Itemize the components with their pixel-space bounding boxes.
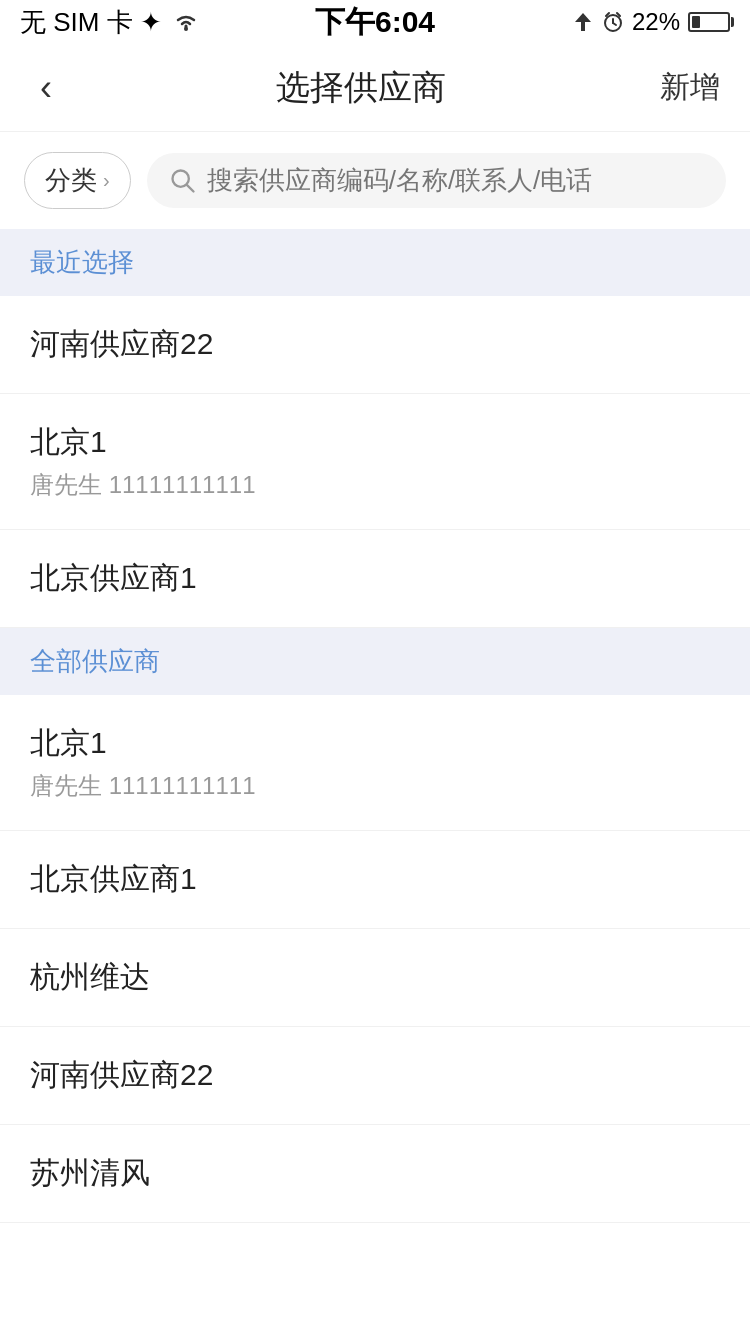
item-sub: 唐先生 11111111111 (30, 469, 720, 501)
item-sub: 唐先生 11111111111 (30, 770, 720, 802)
battery-percent: 22% (632, 8, 680, 36)
item-name: 北京1 (30, 723, 720, 764)
status-right: 22% (572, 8, 730, 36)
category-filter[interactable]: 分类 › (24, 152, 131, 209)
item-name: 苏州清风 (30, 1153, 720, 1194)
all-list: 北京1 唐先生 11111111111 北京供应商1 杭州维达河南供应商22 苏州清风 (0, 695, 750, 1223)
alarm-icon (602, 11, 624, 33)
chevron-right-icon: › (103, 169, 110, 192)
list-item[interactable]: 河南供应商22 (0, 296, 750, 394)
svg-line-5 (187, 185, 193, 191)
list-item[interactable]: 北京1 唐先生 11111111111 (0, 394, 750, 530)
battery-icon (688, 12, 730, 32)
item-name: 河南供应商22 (30, 1055, 720, 1096)
back-button[interactable]: ‹ (30, 57, 62, 119)
recent-section-header: 最近选择 (0, 229, 750, 296)
svg-point-0 (184, 27, 188, 31)
filter-bar: 分类 › (0, 132, 750, 229)
status-bar: 无 SIM 卡 ✦ 下午6:04 22% (0, 0, 750, 44)
item-name: 北京1 (30, 422, 720, 463)
sim-status: 无 SIM 卡 ✦ (20, 5, 162, 40)
list-item[interactable]: 北京供应商1 (0, 530, 750, 628)
list-item[interactable]: 杭州维达 (0, 929, 750, 1027)
list-item[interactable]: 河南供应商22 (0, 1027, 750, 1125)
page-title: 选择供应商 (276, 65, 446, 111)
search-input[interactable] (207, 165, 704, 196)
list-item[interactable]: 苏州清风 (0, 1125, 750, 1223)
new-button[interactable]: 新增 (660, 67, 720, 108)
status-left: 无 SIM 卡 ✦ (20, 5, 200, 40)
status-time: 下午6:04 (315, 2, 435, 43)
list-item[interactable]: 北京供应商1 (0, 831, 750, 929)
location-icon (572, 11, 594, 33)
search-box[interactable] (147, 153, 726, 208)
wifi-icon (172, 12, 200, 32)
item-name: 杭州维达 (30, 957, 720, 998)
all-section-header: 全部供应商 (0, 628, 750, 695)
item-name: 北京供应商1 (30, 859, 720, 900)
recent-list: 河南供应商22 北京1 唐先生 11111111111 北京供应商1 (0, 296, 750, 628)
svg-line-3 (613, 23, 616, 25)
nav-bar: ‹ 选择供应商 新增 (0, 44, 750, 132)
item-name: 河南供应商22 (30, 324, 720, 365)
category-label: 分类 (45, 163, 97, 198)
item-name: 北京供应商1 (30, 558, 720, 599)
search-icon (169, 167, 197, 195)
list-item[interactable]: 北京1 唐先生 11111111111 (0, 695, 750, 831)
